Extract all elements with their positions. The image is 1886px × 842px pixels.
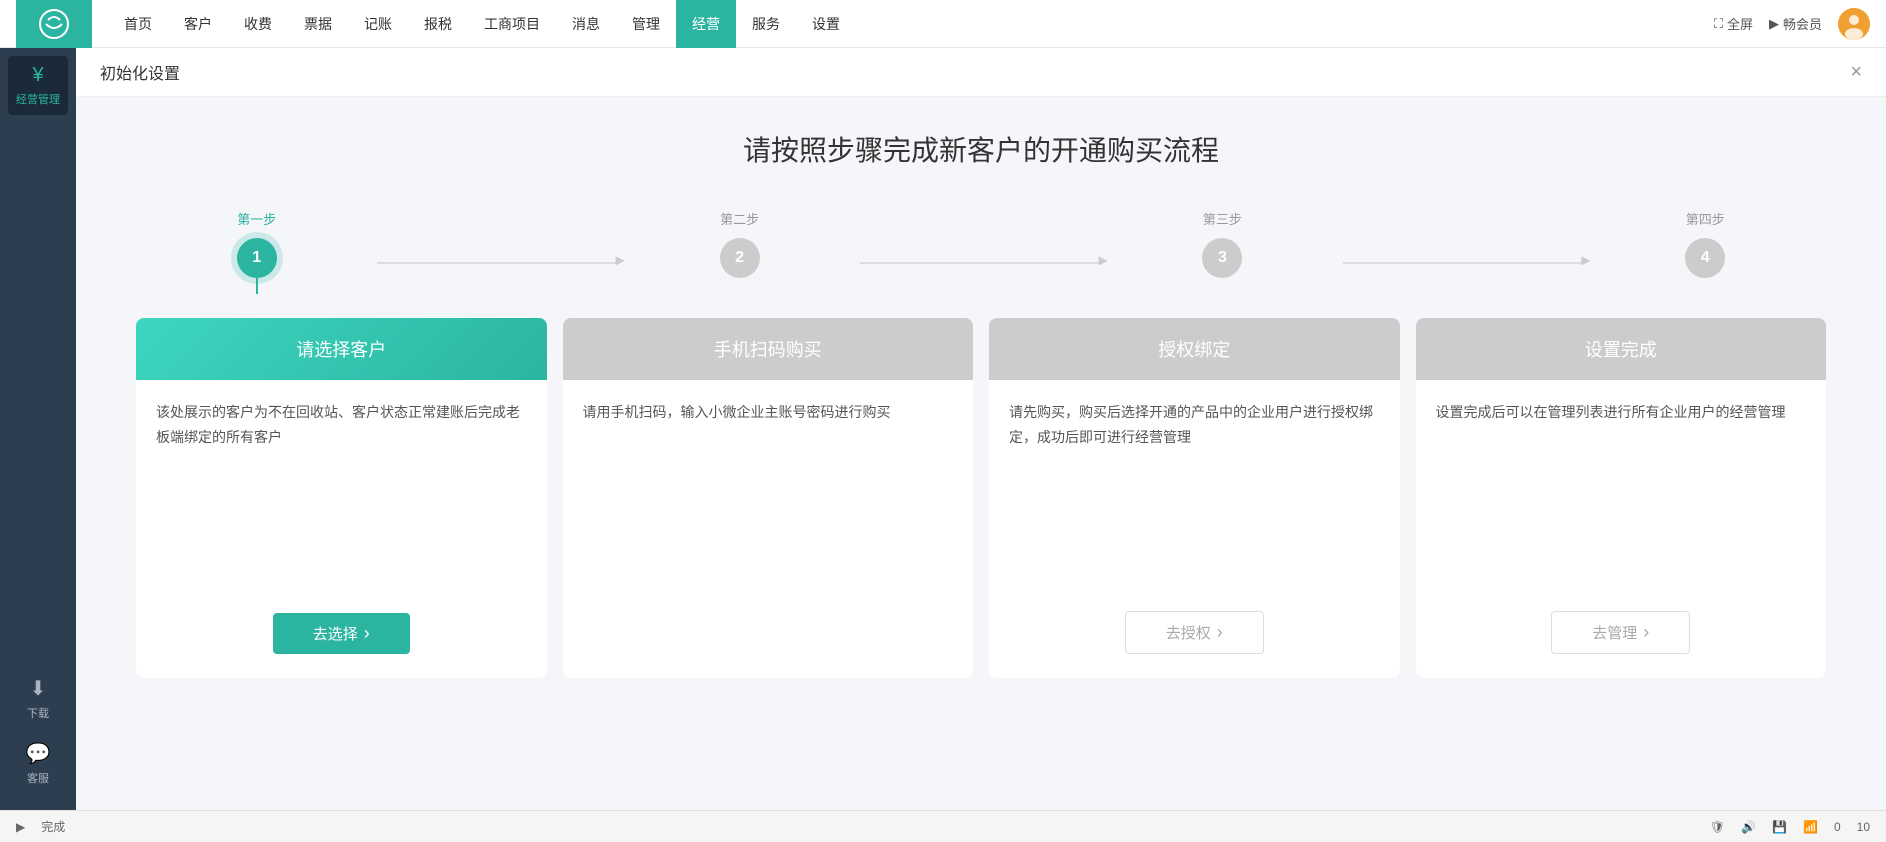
nav-customer[interactable]: 客户 <box>168 0 228 48</box>
sidebar-bottom: ⬇ 下载 💬 客服 <box>8 668 68 810</box>
go-authorize-label: 去授权 <box>1166 622 1211 643</box>
sidebar-item-operation[interactable]: ¥ 经营管理 <box>8 56 68 115</box>
count-10: 10 <box>1857 820 1870 834</box>
go-manage-arrow: › <box>1643 622 1649 643</box>
step-connector-1 <box>377 262 618 264</box>
card-4: 设置完成 设置完成后可以在管理列表进行所有企业用户的经营管理 去管理 › <box>1416 318 1827 678</box>
fullscreen-icon: ⛶ <box>1714 16 1723 32</box>
play-icon: ▶ <box>1769 16 1779 32</box>
main-layout: ¥ 经营管理 ⬇ 下载 💬 客服 初始化设置 × 请按照步骤完成新客户的开通购买… <box>0 48 1886 810</box>
step-2-circle: 2 <box>720 238 760 278</box>
content-area: 初始化设置 × 请按照步骤完成新客户的开通购买流程 第一步 1 <box>76 48 1886 810</box>
download-icon: ⬇ <box>30 676 47 701</box>
step-connector-2 <box>860 262 1101 264</box>
close-button[interactable]: × <box>1850 62 1862 82</box>
step-3-circle: 3 <box>1202 238 1242 278</box>
nav-operation[interactable]: 经营 <box>676 0 736 48</box>
page-title: 初始化设置 <box>100 60 180 84</box>
card-3-body: 请先购买，购买后选择开通的产品中的企业用户进行授权绑定，成功后即可进行经营管理 <box>989 380 1400 595</box>
step-2-circle-wrapper: 2 <box>720 238 760 294</box>
step-3-circle-wrapper: 3 <box>1202 238 1242 294</box>
card-3-header: 授权绑定 <box>989 318 1400 380</box>
step-3: 第三步 3 <box>1102 209 1343 294</box>
go-select-button[interactable]: 去选择 › <box>273 613 410 654</box>
nav-industry[interactable]: 工商项目 <box>468 0 556 48</box>
status-bar-right: 🛡 🔊 💾 📶 0 10 <box>1710 820 1870 834</box>
sidebar: ¥ 经营管理 ⬇ 下载 💬 客服 <box>0 48 76 810</box>
sidebar-download[interactable]: ⬇ 下载 <box>8 668 68 729</box>
network-icon: 📶 <box>1803 820 1818 834</box>
card-1: 请选择客户 该处展示的客户为不在回收站、客户状态正常建账后完成老板端绑定的所有客… <box>136 318 547 678</box>
page-header: 初始化设置 × <box>76 48 1886 97</box>
status-text: 完成 <box>41 818 65 835</box>
chat-icon: 💬 <box>26 741 51 766</box>
card-3: 授权绑定 请先购买，购买后选择开通的产品中的企业用户进行授权绑定，成功后即可进行… <box>989 318 1400 678</box>
nav-right: ⛶ 全屏 ▶ 畅会员 <box>1714 8 1870 40</box>
step-3-pin <box>1221 278 1223 294</box>
count-0: 0 <box>1834 820 1841 834</box>
step-4: 第四步 4 <box>1585 209 1826 294</box>
step-2-pin <box>739 278 741 294</box>
logo <box>16 0 92 48</box>
step-1-circle: 1 <box>237 238 277 278</box>
nav-billing[interactable]: 收费 <box>228 0 288 48</box>
cards-container: 请选择客户 该处展示的客户为不在回收站、客户状态正常建账后完成老板端绑定的所有客… <box>116 318 1846 678</box>
nav-tax[interactable]: 报税 <box>408 0 468 48</box>
step-4-circle-wrapper: 4 <box>1685 238 1725 294</box>
nav-message[interactable]: 消息 <box>556 0 616 48</box>
shield-icon: 🛡 <box>1710 820 1725 834</box>
sidebar-item-label: 经营管理 <box>16 91 60 107</box>
nav-accounting[interactable]: 记账 <box>348 0 408 48</box>
go-select-arrow: › <box>364 623 370 644</box>
step-2: 第二步 2 <box>619 209 860 294</box>
avatar[interactable] <box>1838 8 1870 40</box>
step-1-circle-wrapper: 1 <box>237 238 277 294</box>
vip-btn[interactable]: ▶ 畅会员 <box>1769 14 1822 33</box>
volume-icon: 🔊 <box>1741 820 1756 834</box>
status-bar: ▶ 完成 🛡 🔊 💾 📶 0 10 <box>0 810 1886 842</box>
nav-settings[interactable]: 设置 <box>796 0 856 48</box>
nav-manage[interactable]: 管理 <box>616 0 676 48</box>
card-4-body: 设置完成后可以在管理列表进行所有企业用户的经营管理 <box>1416 380 1827 595</box>
nav-home[interactable]: 首页 <box>108 0 168 48</box>
card-2-body: 请用手机扫码，输入小微企业主账号密码进行购买 <box>563 380 974 638</box>
card-4-footer: 去管理 › <box>1416 595 1827 678</box>
sidebar-support[interactable]: 💬 客服 <box>8 733 68 794</box>
nav-service[interactable]: 服务 <box>736 0 796 48</box>
steps-container: 第一步 1 第二步 2 <box>116 209 1846 294</box>
top-nav: 首页 客户 收费 票据 记账 报税 工商项目 消息 管理 经营 服务 设置 ⛶ … <box>0 0 1886 48</box>
card-2-header: 手机扫码购买 <box>563 318 974 380</box>
card-3-footer: 去授权 › <box>989 595 1400 678</box>
fullscreen-btn[interactable]: ⛶ 全屏 <box>1714 14 1753 33</box>
step-2-label: 第二步 <box>720 209 759 228</box>
card-1-footer: 去选择 › <box>136 597 547 678</box>
setup-heading: 请按照步骤完成新客户的开通购买流程 <box>116 129 1846 169</box>
card-4-header: 设置完成 <box>1416 318 1827 380</box>
step-1-label: 第一步 <box>237 209 276 228</box>
play-button[interactable]: ▶ <box>16 820 25 834</box>
step-4-label: 第四步 <box>1686 209 1725 228</box>
go-authorize-arrow: › <box>1217 622 1223 643</box>
nav-invoice[interactable]: 票据 <box>288 0 348 48</box>
go-select-label: 去选择 <box>313 623 358 644</box>
setup-content: 请按照步骤完成新客户的开通购买流程 第一步 1 第二步 2 <box>76 97 1886 710</box>
step-connector-3 <box>1343 262 1584 264</box>
step-4-pin <box>1704 278 1706 294</box>
step-4-circle: 4 <box>1685 238 1725 278</box>
step-1: 第一步 1 <box>136 209 377 294</box>
card-1-body: 该处展示的客户为不在回收站、客户状态正常建账后完成老板端绑定的所有客户 <box>136 380 547 597</box>
go-manage-button[interactable]: 去管理 › <box>1551 611 1690 654</box>
go-manage-label: 去管理 <box>1592 622 1637 643</box>
step-1-pin <box>256 278 258 294</box>
yen-icon: ¥ <box>32 64 43 87</box>
card-1-header: 请选择客户 <box>136 318 547 380</box>
go-authorize-button[interactable]: 去授权 › <box>1125 611 1264 654</box>
card-2-footer <box>563 638 974 678</box>
save-icon: 💾 <box>1772 820 1787 834</box>
card-2: 手机扫码购买 请用手机扫码，输入小微企业主账号密码进行购买 <box>563 318 974 678</box>
step-3-label: 第三步 <box>1203 209 1242 228</box>
